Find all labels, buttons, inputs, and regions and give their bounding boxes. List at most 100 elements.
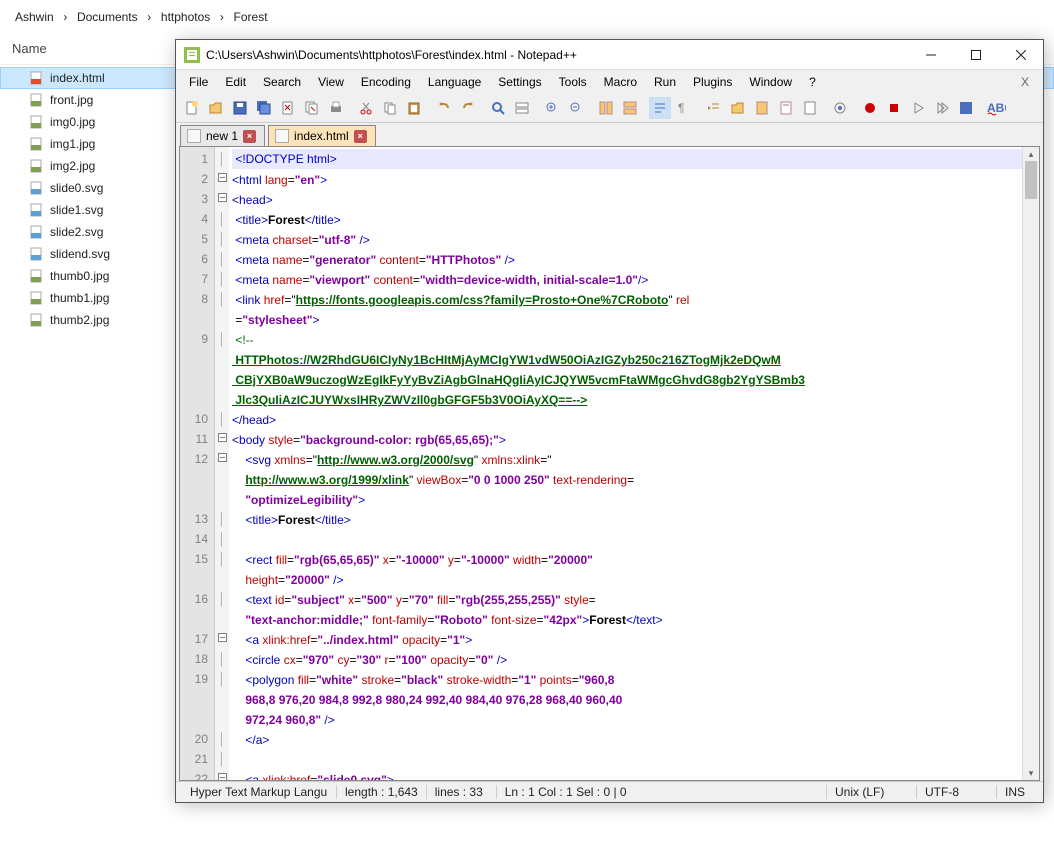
file-name: slide2.svg xyxy=(50,225,103,239)
fold-column[interactable]: │││││││││││││││││ xyxy=(215,147,229,780)
file-icon xyxy=(28,268,44,284)
print-icon[interactable] xyxy=(325,97,347,119)
docmap-icon[interactable] xyxy=(751,97,773,119)
menu-encoding[interactable]: Encoding xyxy=(354,72,418,92)
status-length: length : 1,643 xyxy=(337,785,427,799)
code-content[interactable]: <!DOCTYPE html><html lang="en"><head> <t… xyxy=(229,147,1039,780)
menu-settings[interactable]: Settings xyxy=(491,72,548,92)
menu-plugins[interactable]: Plugins xyxy=(686,72,739,92)
sync-v-icon[interactable] xyxy=(595,97,617,119)
scroll-down-icon[interactable]: ▾ xyxy=(1023,766,1039,780)
file-name: thumb2.jpg xyxy=(50,313,109,327)
svg-text:¶: ¶ xyxy=(678,101,684,115)
tab-label: new 1 xyxy=(206,129,238,143)
crumb-sep: › xyxy=(63,10,67,24)
editor-area[interactable]: 1234567891011121314151617181920212223 ││… xyxy=(179,146,1040,781)
savemacro-icon[interactable] xyxy=(955,97,977,119)
zoomout-icon[interactable] xyxy=(565,97,587,119)
undo-icon[interactable] xyxy=(433,97,455,119)
file-name: front.jpg xyxy=(50,93,93,107)
file-icon xyxy=(28,224,44,240)
record-icon[interactable] xyxy=(859,97,881,119)
file-name: img1.jpg xyxy=(50,137,95,151)
minimize-button[interactable] xyxy=(908,40,953,70)
close-button[interactable] xyxy=(998,40,1043,70)
file-icon xyxy=(275,129,289,143)
menu-macro[interactable]: Macro xyxy=(597,72,644,92)
status-encoding: UTF-8 xyxy=(917,785,997,799)
file-name: thumb1.jpg xyxy=(50,291,109,305)
menu-run[interactable]: Run xyxy=(647,72,683,92)
menu-edit[interactable]: Edit xyxy=(218,72,253,92)
menu-search[interactable]: Search xyxy=(256,72,308,92)
playmult-icon[interactable] xyxy=(931,97,953,119)
redo-icon[interactable] xyxy=(457,97,479,119)
breadcrumb[interactable]: Ashwin › Documents › httphotos › Forest xyxy=(0,0,1054,33)
save-icon[interactable] xyxy=(229,97,251,119)
file-name: img0.jpg xyxy=(50,115,95,129)
file-name: thumb0.jpg xyxy=(50,269,109,283)
status-lines: lines : 33 xyxy=(427,785,497,799)
find-icon[interactable] xyxy=(487,97,509,119)
monitor-icon[interactable] xyxy=(829,97,851,119)
saveall-icon[interactable] xyxy=(253,97,275,119)
stop-icon[interactable] xyxy=(883,97,905,119)
doclist-icon[interactable] xyxy=(799,97,821,119)
menu-view[interactable]: View xyxy=(311,72,351,92)
closefile-icon[interactable] xyxy=(277,97,299,119)
close-tab-icon[interactable]: × xyxy=(354,130,367,143)
close-tab-icon[interactable]: × xyxy=(243,130,256,143)
line-number-gutter: 1234567891011121314151617181920212223 xyxy=(180,147,215,780)
file-name: index.html xyxy=(50,71,105,85)
file-icon xyxy=(28,202,44,218)
wrap-icon[interactable] xyxy=(649,97,671,119)
crumb-2[interactable]: httphotos xyxy=(161,10,210,24)
file-icon xyxy=(28,158,44,174)
notepad-window: C:\Users\Ashwin\Documents\httphotos\Fore… xyxy=(175,39,1044,803)
sync-h-icon[interactable] xyxy=(619,97,641,119)
showall-icon[interactable]: ¶ xyxy=(673,97,695,119)
play-icon[interactable] xyxy=(907,97,929,119)
file-name: img2.jpg xyxy=(50,159,95,173)
menu-close-x[interactable]: X xyxy=(1013,72,1037,92)
cut-icon[interactable] xyxy=(355,97,377,119)
new-icon[interactable] xyxy=(181,97,203,119)
paste-icon[interactable] xyxy=(403,97,425,119)
file-icon xyxy=(28,92,44,108)
file-icon xyxy=(187,129,201,143)
maximize-button[interactable] xyxy=(953,40,998,70)
menu-tools[interactable]: Tools xyxy=(552,72,594,92)
crumb-sep: › xyxy=(147,10,151,24)
titlebar[interactable]: C:\Users\Ashwin\Documents\httphotos\Fore… xyxy=(176,40,1043,70)
scroll-up-icon[interactable]: ▴ xyxy=(1023,147,1039,161)
folder-icon[interactable] xyxy=(727,97,749,119)
crumb-3[interactable]: Forest xyxy=(234,10,268,24)
file-name: slide0.svg xyxy=(50,181,103,195)
spellcheck-icon[interactable]: ABC xyxy=(985,97,1007,119)
crumb-1[interactable]: Documents xyxy=(77,10,138,24)
funclist-icon[interactable] xyxy=(775,97,797,119)
tab-new1[interactable]: new 1 × xyxy=(180,125,265,146)
crumb-0[interactable]: Ashwin xyxy=(15,10,54,24)
tab-indexhtml[interactable]: index.html× xyxy=(268,125,376,146)
vertical-scrollbar[interactable]: ▴ ▾ xyxy=(1022,147,1039,780)
menu-help[interactable]: ? xyxy=(802,72,823,92)
menu-language[interactable]: Language xyxy=(421,72,488,92)
file-icon xyxy=(28,114,44,130)
menu-file[interactable]: File xyxy=(182,72,215,92)
status-mode: INS xyxy=(997,785,1037,799)
window-title: C:\Users\Ashwin\Documents\httphotos\Fore… xyxy=(206,48,908,62)
indent-icon[interactable] xyxy=(703,97,725,119)
closeall-icon[interactable] xyxy=(301,97,323,119)
menu-window[interactable]: Window xyxy=(742,72,799,92)
replace-icon[interactable] xyxy=(511,97,533,119)
copy-icon[interactable] xyxy=(379,97,401,119)
scroll-thumb[interactable] xyxy=(1025,161,1037,199)
editor-tabs: new 1 × index.html× xyxy=(176,123,1043,146)
file-icon xyxy=(28,246,44,262)
open-icon[interactable] xyxy=(205,97,227,119)
zoomin-icon[interactable] xyxy=(541,97,563,119)
menubar: File Edit Search View Encoding Language … xyxy=(176,70,1043,94)
file-icon xyxy=(28,312,44,328)
app-icon xyxy=(184,47,200,63)
